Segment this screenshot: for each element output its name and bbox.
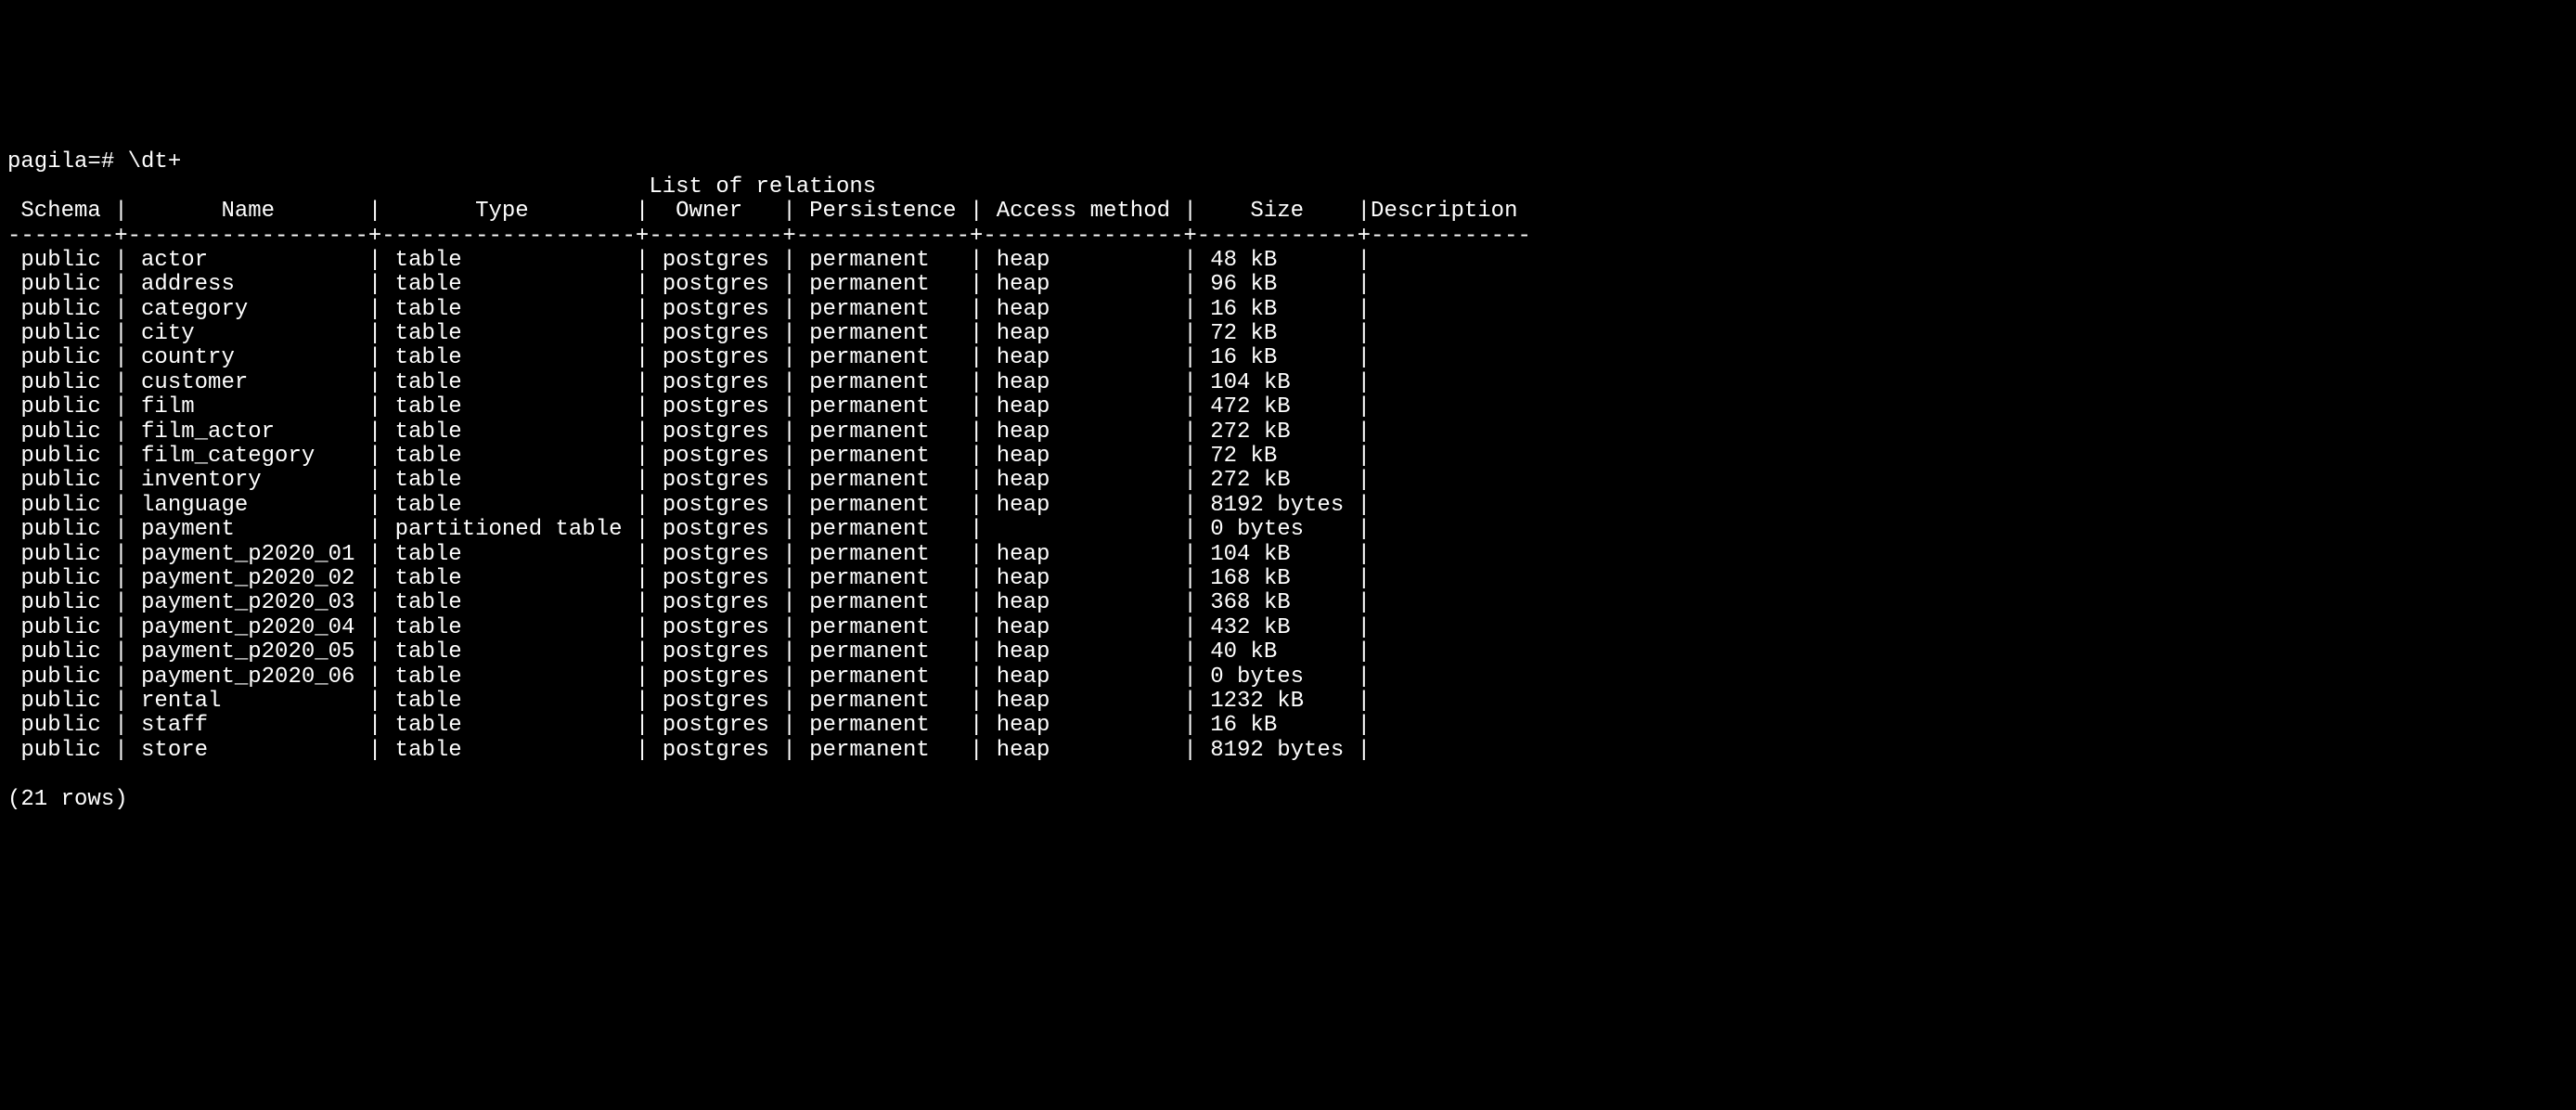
table-row: public | payment | partitioned table | p… [7, 517, 1531, 542]
table-row: public | payment_p2020_06 | table | post… [7, 665, 1531, 690]
separator-line: --------+------------------+------------… [7, 224, 1531, 249]
table-row: public | category | table | postgres | p… [7, 297, 1531, 322]
table-row: public | inventory | table | postgres | … [7, 468, 1531, 493]
table-row: public | payment_p2020_02 | table | post… [7, 566, 1531, 591]
table-row: public | payment_p2020_05 | table | post… [7, 639, 1531, 665]
table-row: public | actor | table | postgres | perm… [7, 248, 1531, 273]
row-count: (21 rows) [7, 787, 128, 812]
table-body: public | actor | table | postgres | perm… [7, 249, 2569, 763]
title-line: List of relations [7, 174, 1531, 200]
header-line: Schema | Name | Type | Owner | Persisten… [7, 199, 1531, 224]
table-row: public | staff | table | postgres | perm… [7, 713, 1531, 738]
table-row: public | payment_p2020_03 | table | post… [7, 590, 1531, 615]
table-row: public | address | table | postgres | pe… [7, 272, 1531, 297]
table-row: public | rental | table | postgres | per… [7, 689, 1531, 714]
table-row: public | film_actor | table | postgres |… [7, 419, 1531, 445]
table-row: public | store | table | postgres | perm… [7, 738, 1531, 763]
table-row: public | city | table | postgres | perma… [7, 321, 1531, 346]
psql-command: \dt+ [128, 149, 182, 174]
table-row: public | customer | table | postgres | p… [7, 370, 1531, 395]
psql-terminal[interactable]: pagila=# \dt+ List of relations Schema |… [0, 123, 2576, 816]
prompt-line[interactable]: pagila=# \dt+ [7, 149, 181, 174]
table-row: public | payment_p2020_04 | table | post… [7, 615, 1531, 640]
table-row: public | language | table | postgres | p… [7, 493, 1531, 518]
table-row: public | film | table | postgres | perma… [7, 394, 1531, 419]
table-row: public | payment_p2020_01 | table | post… [7, 542, 1531, 567]
psql-prompt: pagila=# [7, 149, 128, 174]
table-row: public | film_category | table | postgre… [7, 444, 1531, 469]
table-row: public | country | table | postgres | pe… [7, 345, 1531, 370]
